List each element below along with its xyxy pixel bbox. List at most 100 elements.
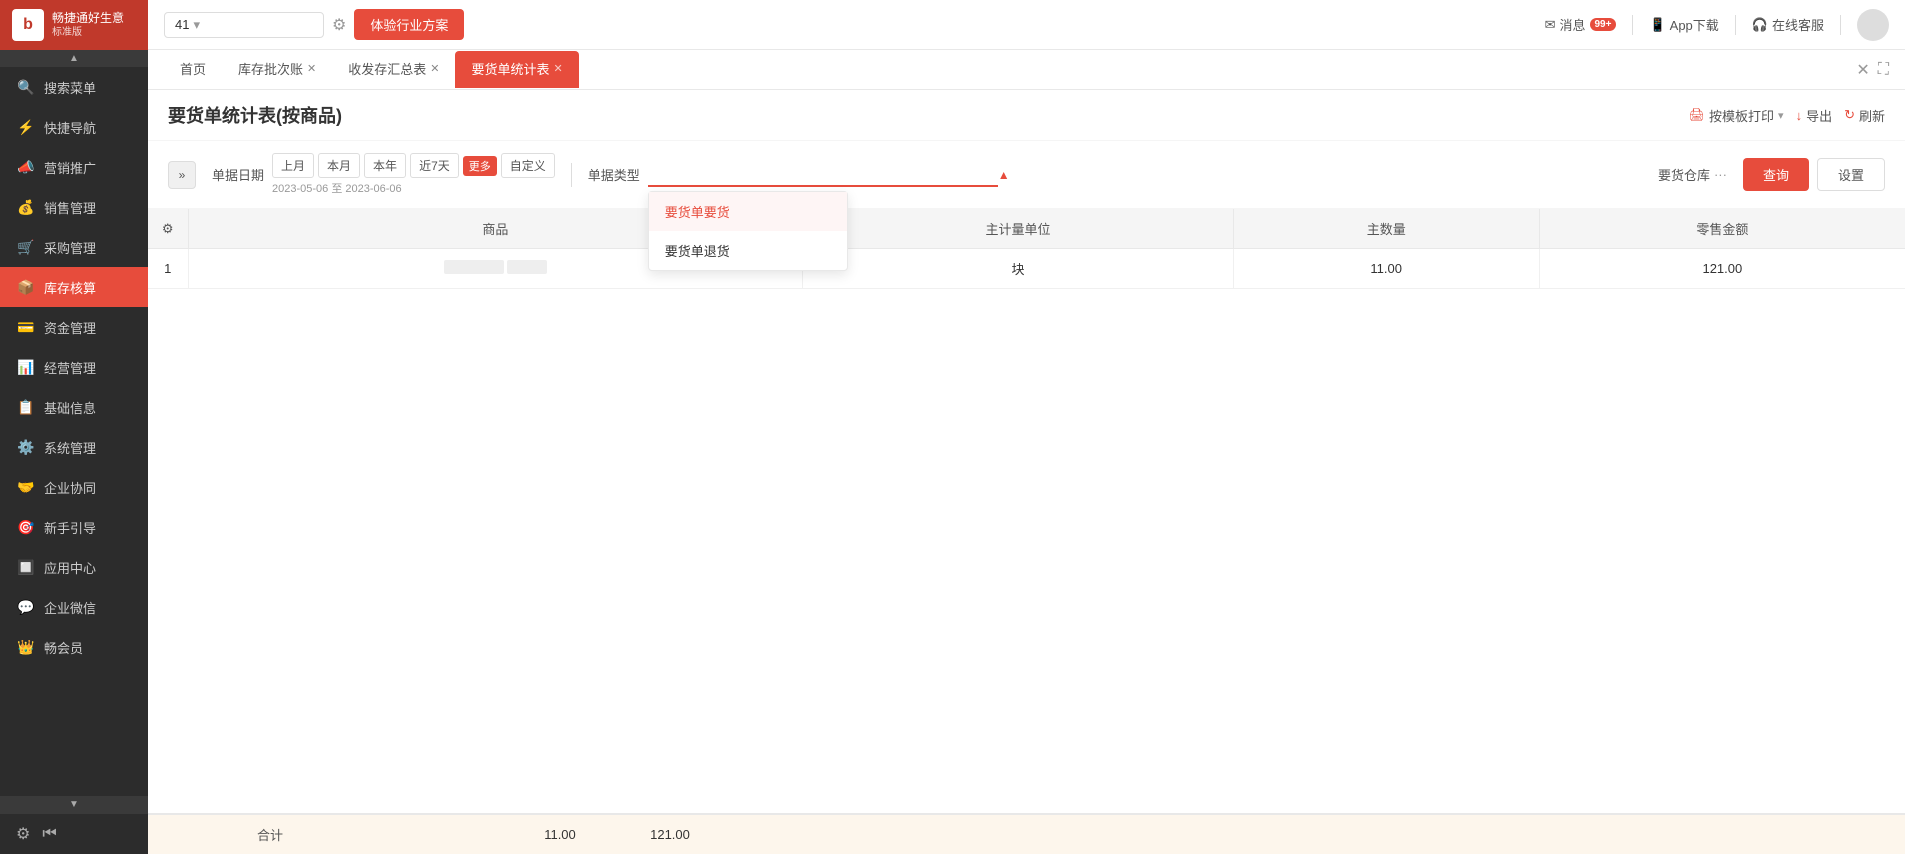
table-cell-qty: 11.00	[1233, 249, 1539, 289]
sidebar-item-inventory[interactable]: 📦 库存核算	[0, 267, 148, 307]
filter-separator	[571, 163, 572, 187]
sidebar-item-guide[interactable]: 🎯 新手引导	[0, 507, 148, 547]
appstore-icon: 🔲	[16, 557, 36, 577]
wechat-icon: 💬	[16, 597, 36, 617]
online-service-button[interactable]: 🎧 在线客服	[1752, 15, 1824, 34]
filter-bar: » 单据日期 上月 本月 本年 近7天 更多 自定义 2023-05-06 至 …	[148, 141, 1905, 208]
print-button[interactable]: 🖨 按模板打印 ▾	[1689, 106, 1784, 125]
message-label: 消息	[1559, 15, 1585, 34]
sidebar-item-label: 基础信息	[44, 398, 96, 417]
download-label: App下载	[1670, 15, 1719, 34]
dropdown-item-order[interactable]: 要货单要货	[649, 192, 847, 231]
table-row: 1 块 11.00 121.00	[148, 249, 1905, 289]
sidebar-item-label: 搜索菜单	[44, 78, 96, 97]
tab-home[interactable]: 首页	[164, 51, 222, 88]
date-btn-this-year[interactable]: 本年	[364, 153, 406, 178]
print-icon: 🖨	[1689, 107, 1706, 123]
user-avatar[interactable]	[1857, 9, 1889, 41]
warehouse-more-icon[interactable]: ···	[1714, 167, 1727, 182]
table-gear-header[interactable]: ⚙	[148, 209, 188, 249]
sidebar-scroll-down[interactable]: ▼	[0, 796, 148, 813]
sidebar-item-label: 快捷导航	[44, 118, 96, 137]
sales-icon: 💰	[16, 197, 36, 217]
purchase-icon: 🛒	[16, 237, 36, 257]
tab-order-stat-label: 要货单统计表	[471, 59, 549, 78]
tabs-bar: 首页 库存批次账 ✕ 收发存汇总表 ✕ 要货单统计表 ✕ ✕ ⛶	[148, 50, 1905, 90]
tab-order-stat-close-icon[interactable]: ✕	[554, 62, 563, 75]
data-table: ⚙ 商品 主计量单位 主数量 零售金额	[148, 209, 1905, 289]
sidebar-item-wechat[interactable]: 💬 企业微信	[0, 587, 148, 627]
sidebar-item-label: 经营管理	[44, 358, 96, 377]
sidebar-item-operations[interactable]: 📊 经营管理	[0, 347, 148, 387]
store-name: 41	[175, 17, 189, 32]
refresh-button[interactable]: ↻ 刷新	[1844, 106, 1885, 125]
topbar-left: 41 ▾ ⚙ 体验行业方案	[164, 9, 1533, 40]
operations-icon: 📊	[16, 357, 36, 377]
settings-button[interactable]: 设置	[1817, 158, 1885, 191]
more-dates-badge[interactable]: 更多	[463, 156, 497, 176]
trial-button[interactable]: 体验行业方案	[354, 9, 464, 40]
sidebar-item-label: 采购管理	[44, 238, 96, 257]
message-button[interactable]: ✉ 消息 99+	[1545, 15, 1617, 34]
filter-expand-button[interactable]: »	[168, 161, 196, 189]
store-selector[interactable]: 41 ▾	[164, 12, 324, 38]
dropdown-item-return[interactable]: 要货单退货	[649, 231, 847, 270]
sidebar-item-enterprise[interactable]: 🤝 企业协同	[0, 467, 148, 507]
tabs-actions: ✕ ⛶	[1856, 60, 1889, 80]
export-button[interactable]: ↓ 导出	[1796, 106, 1833, 125]
collapse-icon[interactable]: ⏮	[42, 825, 56, 843]
page-header: 要货单统计表(按商品) 🖨 按模板打印 ▾ ↓ 导出 ↻ 刷新	[148, 90, 1905, 140]
sidebar-item-marketing[interactable]: 📣 营销推广	[0, 147, 148, 187]
query-button[interactable]: 查询	[1743, 158, 1809, 191]
type-select-arrow-icon[interactable]: ▲	[998, 168, 1010, 182]
tab-collect-label: 收发存汇总表	[348, 59, 426, 78]
tab-batch-label: 库存批次账	[238, 59, 303, 78]
download-icon: 📱	[1649, 17, 1665, 33]
main-content: 41 ▾ ⚙ 体验行业方案 ✉ 消息 99+ 📱 App下载 🎧 在线客服	[148, 0, 1905, 854]
tab-batch[interactable]: 库存批次账 ✕	[222, 51, 332, 88]
sidebar-item-appstore[interactable]: 🔲 应用中心	[0, 547, 148, 587]
sidebar-item-quicknav[interactable]: ⚡ 快捷导航	[0, 107, 148, 147]
tab-collect-close-icon[interactable]: ✕	[430, 62, 439, 75]
footer-amount: 121.00	[610, 827, 730, 842]
topbar-gear-icon[interactable]: ⚙	[332, 15, 346, 35]
date-btn-last-month[interactable]: 上月	[272, 153, 314, 178]
message-icon: ✉	[1545, 17, 1556, 33]
sidebar-item-member[interactable]: 👑 畅会员	[0, 627, 148, 667]
marketing-icon: 📣	[16, 157, 36, 177]
inventory-icon: 📦	[16, 277, 36, 297]
warehouse-filter-label: 要货仓库	[1658, 165, 1710, 184]
custom-date-button[interactable]: 自定义	[501, 153, 555, 178]
tab-expand-icon[interactable]: ⛶	[1878, 61, 1889, 79]
tab-order-stat[interactable]: 要货单统计表 ✕	[455, 51, 578, 88]
sidebar-item-system[interactable]: ⚙️ 系统管理	[0, 427, 148, 467]
topbar-divider	[1632, 15, 1633, 35]
sidebar-item-search[interactable]: 🔍 搜索菜单	[0, 67, 148, 107]
service-label: 在线客服	[1772, 15, 1824, 34]
tab-batch-close-icon[interactable]: ✕	[307, 62, 316, 75]
sidebar-item-basic[interactable]: 📋 基础信息	[0, 387, 148, 427]
table-cell-amount: 121.00	[1539, 249, 1905, 289]
table-col-amount: 零售金额	[1539, 209, 1905, 249]
tab-home-label: 首页	[180, 59, 206, 78]
service-icon: 🎧	[1752, 17, 1768, 33]
tab-collect[interactable]: 收发存汇总表 ✕	[332, 51, 455, 88]
sidebar-item-label: 资金管理	[44, 318, 96, 337]
sidebar-item-sales[interactable]: 💰 销售管理	[0, 187, 148, 227]
tab-close-all-icon[interactable]: ✕	[1856, 60, 1869, 80]
sidebar-item-purchase[interactable]: 🛒 采购管理	[0, 227, 148, 267]
app-download-button[interactable]: 📱 App下载	[1649, 15, 1718, 34]
page-title: 要货单统计表(按商品)	[168, 102, 342, 128]
quicknav-icon: ⚡	[16, 117, 36, 137]
finance-icon: 💳	[16, 317, 36, 337]
type-filter-input[interactable]	[648, 162, 998, 187]
date-btn-7days[interactable]: 近7天	[410, 153, 459, 178]
settings-icon[interactable]: ⚙	[16, 824, 30, 844]
sidebar-item-finance[interactable]: 💳 资金管理	[0, 307, 148, 347]
sidebar-item-label: 新手引导	[44, 518, 96, 537]
date-btn-this-month[interactable]: 本月	[318, 153, 360, 178]
date-filter-label: 单据日期	[212, 165, 264, 184]
type-dropdown: 要货单要货 要货单退货	[648, 191, 848, 271]
sidebar-scroll-up[interactable]: ▲	[0, 50, 148, 67]
topbar-divider3	[1840, 15, 1841, 35]
